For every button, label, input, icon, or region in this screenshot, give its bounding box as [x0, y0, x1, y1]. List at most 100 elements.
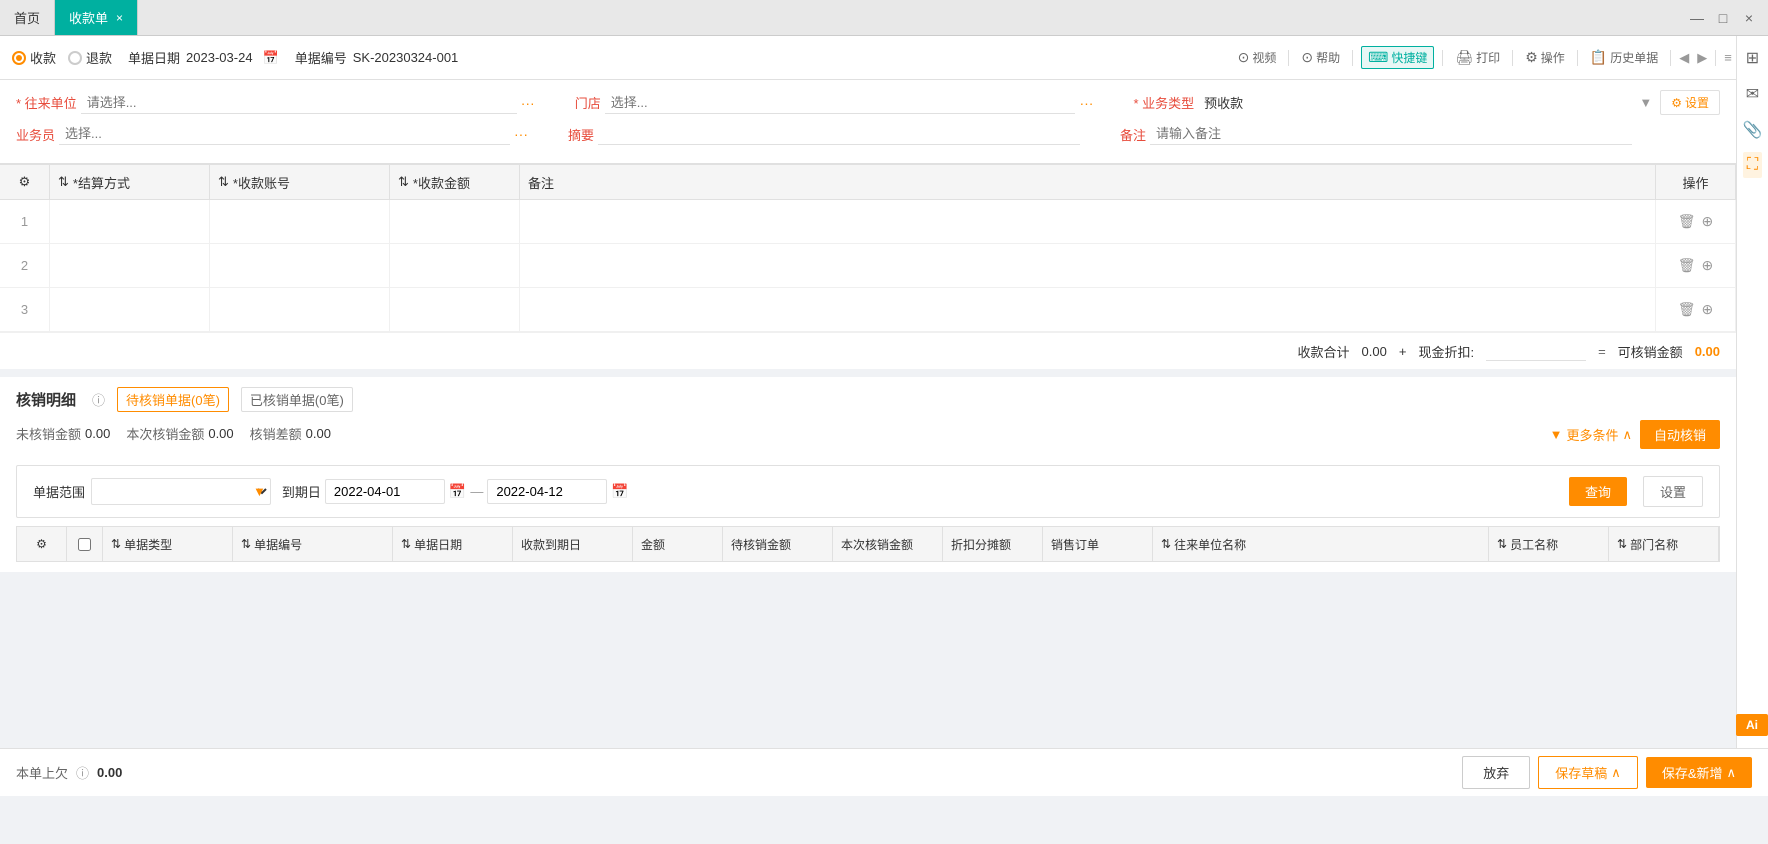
due-date-to-input[interactable]: [487, 479, 607, 504]
discount-input[interactable]: [1486, 341, 1586, 361]
due-date-from-calendar-icon[interactable]: 📅: [449, 483, 466, 500]
bth-gear-icon: ⚙: [36, 537, 47, 551]
counterpart-more-icon[interactable]: ···: [521, 95, 535, 111]
tab-home-label: 首页: [14, 8, 40, 27]
account-column-header[interactable]: ⇅ *收款账号: [210, 165, 390, 199]
video-label: 视频: [1252, 49, 1276, 66]
store-more-icon[interactable]: ···: [1079, 95, 1093, 111]
sort-icon-partner: ⇅: [1161, 537, 1171, 551]
video-button[interactable]: ⊙ 视频: [1234, 47, 1281, 68]
stat-diff: 核销差额 0.00: [250, 424, 331, 443]
row1-delete-icon[interactable]: 🗑: [1678, 213, 1696, 230]
recon-stats: 未核销金额 0.00 本次核销金额 0.00 核销差额 0.00: [16, 424, 331, 443]
receipt-table: ⚙ ⇅ *结算方式 ⇅ *收款账号 ⇅ *收款金额 备注 操作: [0, 164, 1736, 369]
sidebar-mail-icon[interactable]: ✉: [1742, 80, 1763, 108]
history-button[interactable]: 📋 历史单据: [1586, 47, 1662, 68]
row1-remark[interactable]: [520, 200, 1656, 243]
row3-seq: 3: [0, 288, 50, 331]
tab-close-icon[interactable]: ×: [116, 11, 123, 25]
nav-prev-button[interactable]: ◀: [1679, 50, 1689, 66]
row1-settle[interactable]: [50, 200, 210, 243]
staff-more-icon[interactable]: ···: [514, 126, 528, 142]
bth-staff[interactable]: ⇅ 员工名称: [1489, 527, 1609, 561]
receipt-radio[interactable]: 收款: [12, 48, 56, 67]
bth-doc-date[interactable]: ⇅ 单据日期: [393, 527, 513, 561]
store-label: 门店: [575, 93, 601, 112]
remarks-input[interactable]: [1150, 123, 1632, 145]
bth-partner[interactable]: ⇅ 往来单位名称: [1153, 527, 1489, 561]
row3-copy-icon[interactable]: ⊕: [1702, 301, 1714, 318]
refund-radio[interactable]: 退款: [68, 48, 112, 67]
layout-list-button[interactable]: ≡: [1724, 50, 1732, 65]
help-button[interactable]: ⊙ 帮助: [1297, 47, 1344, 68]
this-upper-info-icon[interactable]: ⓘ: [76, 763, 89, 782]
doc-date-value[interactable]: 2023-03-24: [186, 50, 253, 65]
row3-remark[interactable]: [520, 288, 1656, 331]
amount-column-header[interactable]: ⇅ *收款金额: [390, 165, 520, 199]
row2-remark[interactable]: [520, 244, 1656, 287]
row2-account[interactable]: [210, 244, 390, 287]
row3-settle[interactable]: [50, 288, 210, 331]
row3-account[interactable]: [210, 288, 390, 331]
bth-dept[interactable]: ⇅ 部门名称: [1609, 527, 1719, 561]
divider-5: [1577, 50, 1578, 66]
print-button[interactable]: 🖨 打印: [1451, 47, 1504, 68]
pending-tab[interactable]: 待核销单据(0笔): [117, 387, 229, 412]
nav-next-button[interactable]: ▶: [1697, 50, 1707, 66]
store-input[interactable]: [605, 92, 1076, 114]
close-window-button[interactable]: ×: [1740, 9, 1758, 27]
gear-column-header[interactable]: ⚙: [0, 165, 50, 199]
shortcut-button[interactable]: ⌨ 快捷键: [1361, 46, 1434, 69]
counterpart-input[interactable]: [81, 92, 517, 114]
row1-copy-icon[interactable]: ⊕: [1702, 213, 1714, 230]
select-all-checkbox[interactable]: [78, 538, 91, 551]
summary-label: 摘要: [568, 125, 594, 144]
settle-column-header[interactable]: ⇅ *结算方式: [50, 165, 210, 199]
doc-range-select[interactable]: [91, 478, 271, 505]
doc-range-dropdown-icon[interactable]: ▼: [253, 484, 266, 499]
query-button[interactable]: 查询: [1569, 477, 1627, 506]
auto-reconcile-button[interactable]: 自动核销: [1640, 420, 1720, 449]
due-date-to-calendar-icon[interactable]: 📅: [611, 483, 628, 500]
due-date-from-input[interactable]: [325, 479, 445, 504]
gear-icon: ⚙: [1671, 96, 1682, 110]
abandon-button[interactable]: 放弃: [1462, 756, 1530, 789]
sidebar-expand-icon[interactable]: ⛶: [1743, 152, 1762, 178]
row3-delete-icon[interactable]: 🗑: [1678, 301, 1696, 318]
save-draft-button[interactable]: 保存草稿 ∧: [1538, 756, 1638, 789]
bth-gear[interactable]: ⚙: [17, 527, 67, 561]
done-tab[interactable]: 已核销单据(0笔): [241, 387, 353, 412]
filter-settings-button[interactable]: 设置: [1643, 476, 1703, 507]
save-new-button[interactable]: 保存&新增 ∧: [1646, 757, 1752, 788]
row2-delete-icon[interactable]: 🗑: [1678, 257, 1696, 274]
row2-amount[interactable]: [390, 244, 520, 287]
bth-doc-no[interactable]: ⇅ 单据编号: [233, 527, 393, 561]
tab-receipt[interactable]: 收款单 ×: [55, 0, 138, 35]
row2-copy-icon[interactable]: ⊕: [1702, 257, 1714, 274]
tab-home[interactable]: 首页: [0, 0, 55, 35]
bottom-table-header: ⚙ ⇅ 单据类型 ⇅ 单据编号 ⇅ 单据日期 收款到期日 金额: [16, 526, 1720, 562]
calendar-icon[interactable]: 📅: [263, 50, 279, 66]
staff-input[interactable]: [59, 123, 510, 145]
ai-button[interactable]: Ai: [1736, 714, 1768, 736]
sidebar-clip-icon[interactable]: 📎: [1739, 116, 1767, 144]
summary-input[interactable]: [598, 123, 1080, 145]
sort-icon-settle: ⇅: [58, 174, 69, 190]
settings-button[interactable]: ⚙ 设置: [1660, 90, 1720, 115]
recon-info-icon[interactable]: ⓘ: [92, 390, 105, 409]
bth-checkbox[interactable]: [67, 527, 103, 561]
operate-button[interactable]: ⚙ 操作: [1521, 47, 1569, 68]
keyboard-icon: ⌨: [1368, 49, 1388, 66]
row1-amount[interactable]: [390, 200, 520, 243]
more-conditions-button[interactable]: ▼ 更多条件 ∧: [1550, 425, 1632, 444]
sidebar-table-icon[interactable]: ⊞: [1742, 44, 1763, 72]
gear-settings-icon: ⚙: [19, 174, 31, 190]
row2-settle[interactable]: [50, 244, 210, 287]
row1-account[interactable]: [210, 200, 390, 243]
business-type-dropdown-icon[interactable]: ▼: [1639, 95, 1652, 110]
row1-actions: 🗑 ⊕: [1656, 200, 1736, 243]
row3-amount[interactable]: [390, 288, 520, 331]
maximize-button[interactable]: □: [1714, 9, 1732, 27]
minimize-button[interactable]: —: [1688, 9, 1706, 27]
bth-doc-type[interactable]: ⇅ 单据类型: [103, 527, 233, 561]
